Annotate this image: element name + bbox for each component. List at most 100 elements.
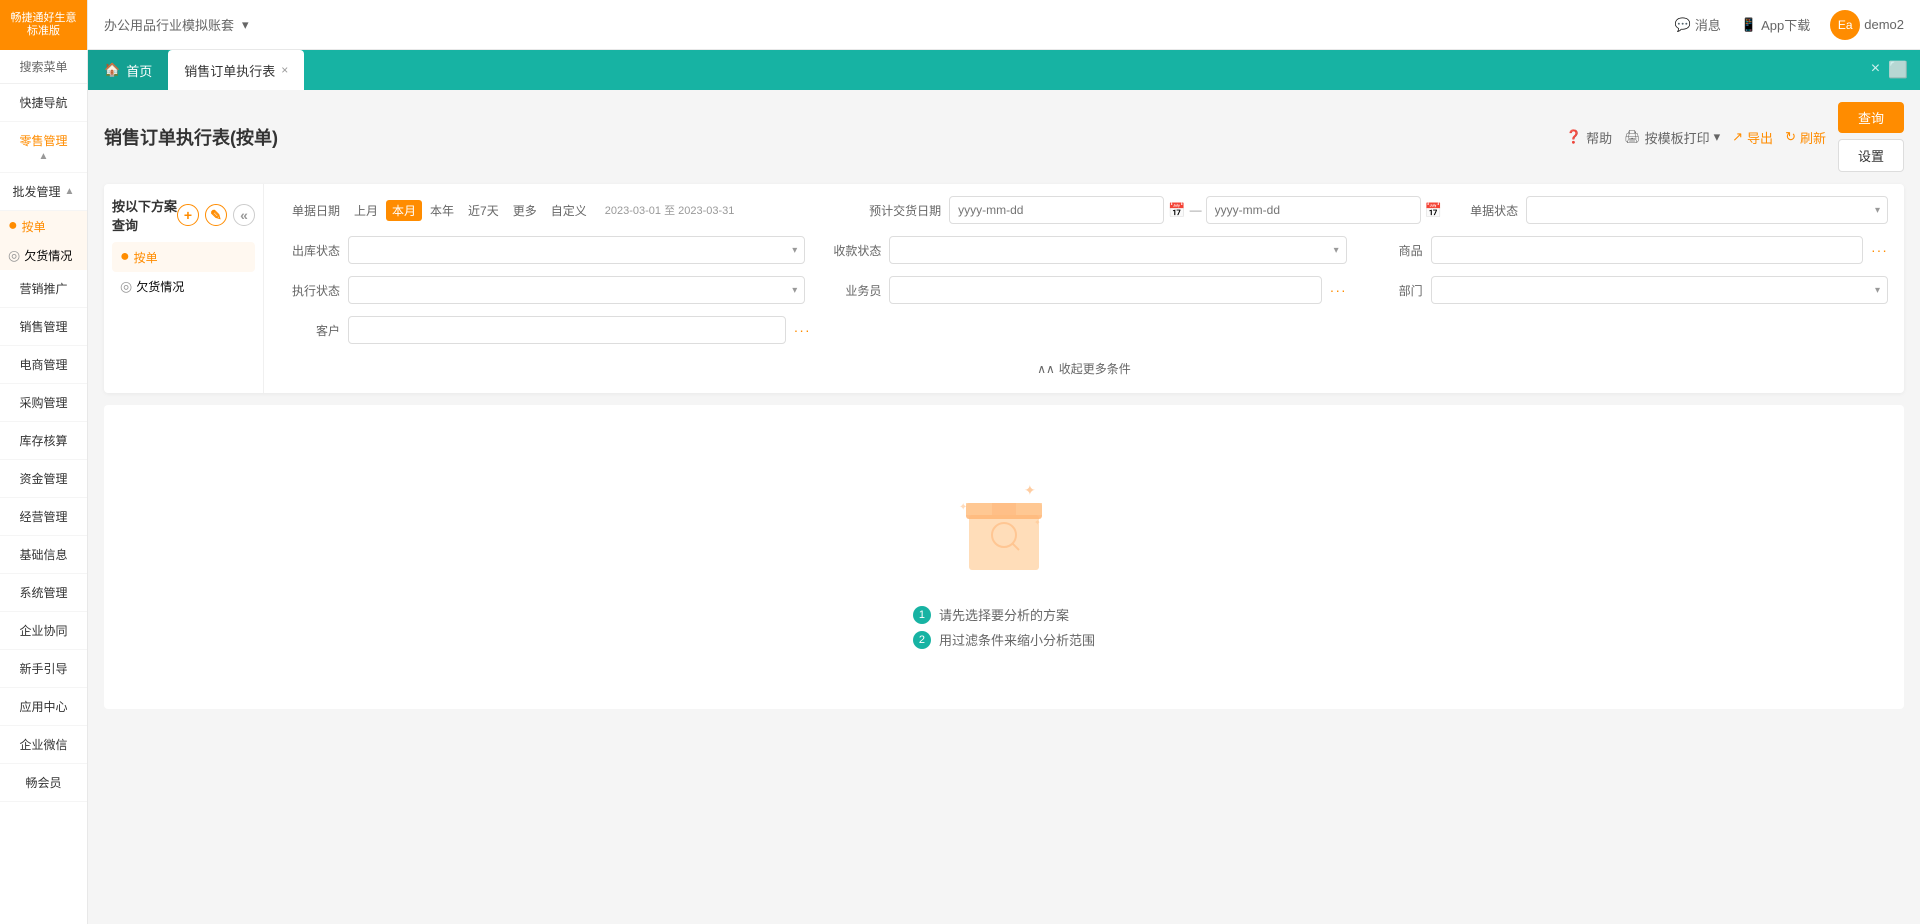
sidebar-item-label: 销售管理 (19, 318, 67, 335)
message-action[interactable]: 💬 消息 (1675, 15, 1721, 34)
field-date: 单据日期 上月 本月 本年 近7天 更多 自定义 2023-03-01 至 20… (280, 200, 853, 221)
refresh-action[interactable]: ↻ 刷新 (1785, 128, 1826, 147)
doc-status-select[interactable] (1526, 196, 1888, 224)
date-tab-近7天[interactable]: 近7天 (462, 200, 505, 221)
expected-date-end[interactable] (1206, 196, 1421, 224)
help-icon: ❓ (1566, 129, 1582, 145)
sidebar-item-wechat[interactable]: 企业微信 (0, 726, 87, 764)
department-label: 部门 (1363, 282, 1423, 299)
sidebar-item-retail[interactable]: 零售管理 ▲ (0, 122, 87, 173)
sidebar-item-label: 零售管理 (19, 132, 67, 149)
scheme-item-按单[interactable]: ● 按单 (112, 242, 255, 272)
expected-date-label: 预计交货日期 (869, 202, 941, 219)
user-profile[interactable]: Ea demo2 (1830, 10, 1904, 40)
sidebar-item-label: 企业协同 (19, 622, 67, 639)
search-menu[interactable]: 搜索菜单 (0, 50, 87, 84)
print-icon: 🖨 (1624, 129, 1641, 145)
tab-home[interactable]: 🏠 首页 (88, 50, 168, 90)
empty-illustration: ✦ ✦ ✦ (944, 465, 1064, 585)
sidebar-item-finance[interactable]: 资金管理 (0, 460, 87, 498)
sidebar-sub-item-按单[interactable]: ● 按单 (0, 211, 87, 241)
exec-status-select[interactable] (348, 276, 805, 304)
hint-text-1: 请先选择要分析的方案 (939, 605, 1069, 624)
filter-row-1: 单据日期 上月 本月 本年 近7天 更多 自定义 2023-03-01 至 20… (280, 196, 1888, 224)
sidebar-item-purchase[interactable]: 采购管理 (0, 384, 87, 422)
receive-status-select-wrapper: ▾ (889, 236, 1346, 264)
window-restore-icon[interactable]: ⬜ (1888, 60, 1908, 80)
collapse-sidebar-button[interactable]: « (233, 204, 255, 226)
empty-visual: ✦ ✦ ✦ (944, 465, 1064, 585)
scheme-label: 按单 (134, 249, 158, 266)
window-close-icon[interactable]: × (1871, 60, 1880, 80)
print-action[interactable]: 🖨 按模板打印 ▾ (1624, 128, 1720, 147)
help-action[interactable]: ❓ 帮助 (1566, 128, 1612, 147)
sidebar-item-ecommerce[interactable]: 电商管理 (0, 346, 87, 384)
goods-more-icon[interactable]: ··· (1871, 242, 1888, 258)
salesman-more-icon[interactable]: ··· (1330, 282, 1347, 298)
app-logo[interactable]: 畅捷通好生意 标准版 (0, 0, 87, 50)
search-button[interactable]: 查询 (1838, 102, 1904, 133)
goods-label: 商品 (1363, 242, 1423, 259)
active-dot-icon: ● (8, 217, 18, 235)
exec-status-label: 执行状态 (280, 282, 340, 299)
field-salesman: 业务员 ··· (821, 276, 1346, 304)
filter-row-2: 出库状态 ▾ 收款状态 (280, 236, 1888, 264)
sidebar: 畅捷通好生意 标准版 搜索菜单 快捷导航 零售管理 ▲ 批发管理 ▲ ● 按单 … (0, 0, 88, 924)
goods-input[interactable] (1431, 236, 1863, 264)
sidebar-item-system[interactable]: 系统管理 (0, 574, 87, 612)
filter-row-3: 执行状态 ▾ 业务员 ··· 部门 (280, 276, 1888, 304)
sidebar-item-newbie[interactable]: 新手引导 (0, 650, 87, 688)
calendar-icon-2[interactable]: 📅 (1425, 202, 1442, 219)
field-expected-date: 预计交货日期 📅 — 📅 (869, 196, 1442, 224)
sidebar-item-inventory[interactable]: 库存核算 (0, 422, 87, 460)
receive-status-select[interactable] (889, 236, 1346, 264)
salesman-input[interactable] (889, 276, 1321, 304)
collapse-button[interactable]: ∧∧ 收起更多条件 (280, 356, 1888, 381)
settings-button[interactable]: 设置 (1838, 139, 1904, 172)
print-arrow-icon: ▾ (1714, 129, 1721, 145)
date-label: 单据日期 (280, 202, 340, 219)
scheme-item-欠货情况[interactable]: ◎ 欠货情况 (112, 272, 255, 301)
refresh-icon: ↻ (1785, 129, 1796, 145)
breadcrumb-arrow-icon[interactable]: ▾ (242, 17, 249, 33)
add-scheme-button[interactable]: + (177, 204, 199, 226)
sidebar-item-quick-nav[interactable]: 快捷导航 (0, 84, 87, 122)
export-action[interactable]: ↗ 导出 (1732, 128, 1773, 147)
filter-sidebar-actions: + ✎ « (177, 204, 255, 226)
app-download-label: App下载 (1761, 15, 1810, 34)
sidebar-item-label: 资金管理 (19, 470, 67, 487)
sidebar-item-basic-info[interactable]: 基础信息 (0, 536, 87, 574)
sidebar-sub-item-欠货情况[interactable]: ◎ 欠货情况 (0, 241, 87, 270)
app-download-action[interactable]: 📱 App下载 (1741, 15, 1810, 34)
sidebar-item-sales[interactable]: 销售管理 (0, 308, 87, 346)
customer-more-icon[interactable]: ··· (794, 322, 811, 338)
date-tab-本年[interactable]: 本年 (424, 200, 460, 221)
out-status-select[interactable] (348, 236, 805, 264)
sidebar-item-wholesale[interactable]: 批发管理 ▲ (0, 173, 87, 211)
sidebar-item-member[interactable]: 畅会员 (0, 764, 87, 802)
sidebar-item-marketing[interactable]: 营销推广 (0, 270, 87, 308)
sidebar-item-app-center[interactable]: 应用中心 (0, 688, 87, 726)
tab-sales-order[interactable]: 销售订单执行表 × (168, 50, 304, 90)
search-menu-label: 搜索菜单 (19, 60, 67, 74)
edit-scheme-button[interactable]: ✎ (205, 204, 227, 226)
date-tab-上月[interactable]: 上月 (348, 200, 384, 221)
date-tab-自定义[interactable]: 自定义 (545, 200, 593, 221)
hint-2: 2 用过滤条件来缩小分析范围 (913, 630, 1095, 649)
sidebar-item-operations[interactable]: 经营管理 (0, 498, 87, 536)
calendar-icon-1[interactable]: 📅 (1168, 202, 1185, 219)
hint-num-1: 1 (913, 606, 931, 624)
customer-input[interactable] (348, 316, 786, 344)
department-select[interactable] (1431, 276, 1888, 304)
filter-panel: 按以下方案查询 + ✎ « ● 按单 ◎ 欠货情况 (104, 184, 1904, 393)
date-tab-本月[interactable]: 本月 (386, 200, 422, 221)
sidebar-item-label: 营销推广 (19, 280, 67, 297)
sidebar-item-label: 电商管理 (19, 356, 67, 373)
sidebar-item-enterprise[interactable]: 企业协同 (0, 612, 87, 650)
date-tab-更多[interactable]: 更多 (507, 200, 543, 221)
logo-subtext: 标准版 (27, 25, 60, 38)
tab-close-icon[interactable]: × (281, 63, 288, 77)
field-goods: 商品 ··· (1363, 236, 1888, 264)
tab-home-label: 首页 (126, 61, 152, 80)
expected-date-start[interactable] (949, 196, 1164, 224)
